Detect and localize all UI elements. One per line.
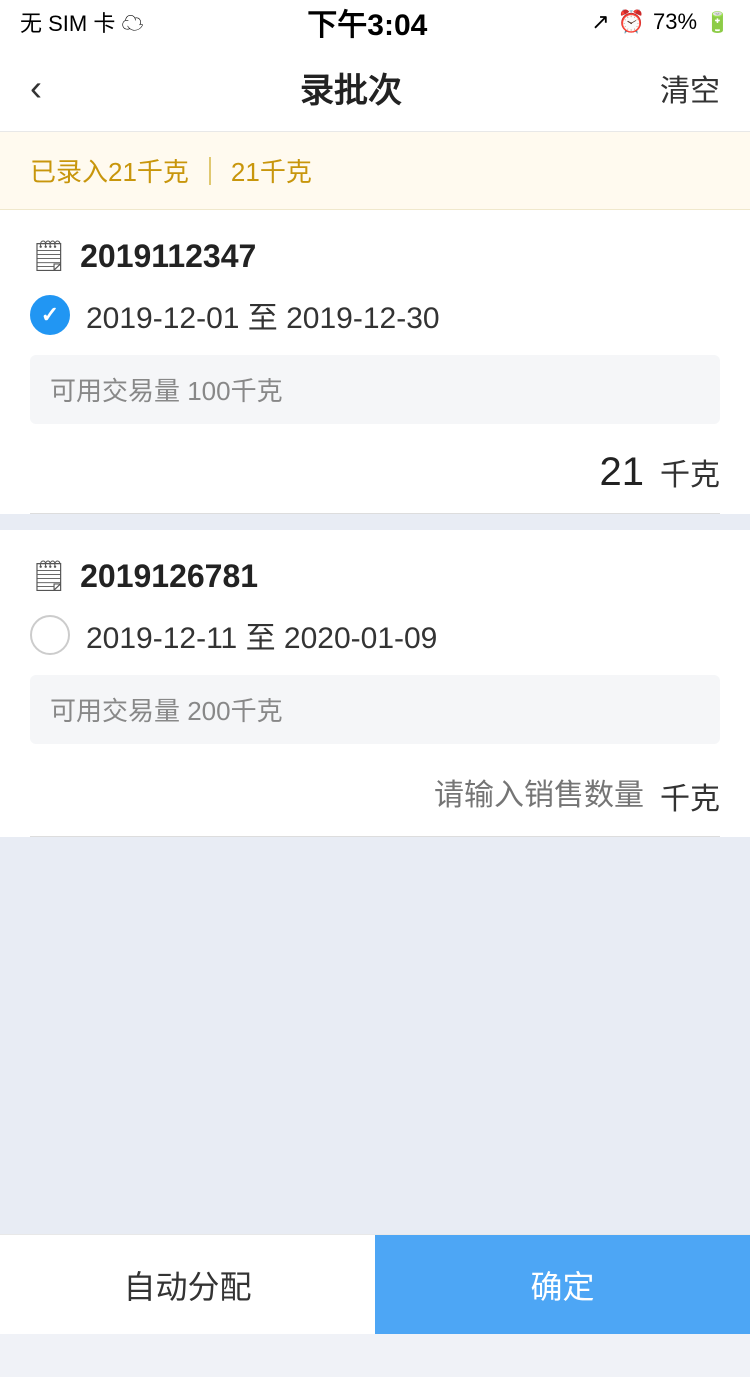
batch-2-date-row[interactable]: 2019-12-11 至 2020-01-09 — [0, 605, 750, 671]
batch-2-radio[interactable] — [30, 615, 70, 655]
alarm-icon: ⏰ — [618, 9, 645, 35]
batch-1-quantity-unit: 千克 — [660, 450, 720, 494]
batch-1-header: 🗒 2019112347 — [0, 210, 750, 285]
status-time: 下午3:04 — [307, 0, 427, 44]
battery-icon: 🔋 — [705, 10, 730, 35]
batch-1-quantity-value: 21 — [600, 450, 645, 495]
batch-1-id: 2019112347 — [80, 238, 256, 275]
batch-1-radio[interactable] — [30, 295, 70, 335]
auto-distribute-button[interactable]: 自动分配 — [0, 1235, 375, 1334]
batch-card-2: 🗒 2019126781 2019-12-11 至 2020-01-09 可用交… — [0, 530, 750, 837]
batch-1-quantity-row: 21 千克 — [0, 440, 750, 513]
batch-2-icon: 🗒 — [30, 559, 68, 594]
batch-2-input-row: 千克 — [0, 760, 750, 836]
info-divider — [209, 157, 211, 185]
batch-2-header: 🗒 2019126781 — [0, 530, 750, 605]
content-area — [0, 837, 750, 1277]
battery-text: 73% — [653, 9, 697, 35]
batch-1-date: 2019-12-01 至 2019-12-30 — [86, 293, 440, 337]
location-icon: ↗ — [591, 9, 609, 35]
status-left: 无 SIM 卡 ☁ — [20, 6, 143, 38]
no-sim-text: 无 SIM 卡 ☁ — [20, 6, 143, 38]
total-label: 21千克 — [231, 152, 312, 189]
batch-2-id: 2019126781 — [80, 558, 258, 595]
recorded-label: 已录入21千克 — [30, 152, 189, 189]
batch-1-date-row[interactable]: 2019-12-01 至 2019-12-30 — [0, 285, 750, 351]
batch-card-1: 🗒 2019112347 2019-12-01 至 2019-12-30 可用交… — [0, 210, 750, 514]
batch-1-available: 可用交易量 100千克 — [30, 355, 720, 424]
back-button[interactable]: ‹ — [30, 67, 42, 109]
quantity-input[interactable] — [30, 779, 644, 813]
section-separator-1 — [0, 514, 750, 530]
clear-button[interactable]: 清空 — [660, 66, 720, 110]
status-bar: 无 SIM 卡 ☁ 下午3:04 ↗ ⏰ 73% 🔋 — [0, 0, 750, 44]
status-right: ↗ ⏰ 73% 🔋 — [591, 9, 730, 35]
info-banner: 已录入21千克 21千克 — [0, 132, 750, 210]
batch-1-icon: 🗒 — [30, 239, 68, 274]
batch-2-available: 可用交易量 200千克 — [30, 675, 720, 744]
nav-bar: ‹ 录批次 清空 — [0, 44, 750, 132]
bottom-bar: 自动分配 确定 — [0, 1234, 750, 1334]
batch-2-date: 2019-12-11 至 2020-01-09 — [86, 613, 437, 657]
batch-2-unit: 千克 — [660, 774, 720, 818]
page-title: 录批次 — [300, 63, 402, 112]
confirm-button[interactable]: 确定 — [375, 1235, 750, 1334]
